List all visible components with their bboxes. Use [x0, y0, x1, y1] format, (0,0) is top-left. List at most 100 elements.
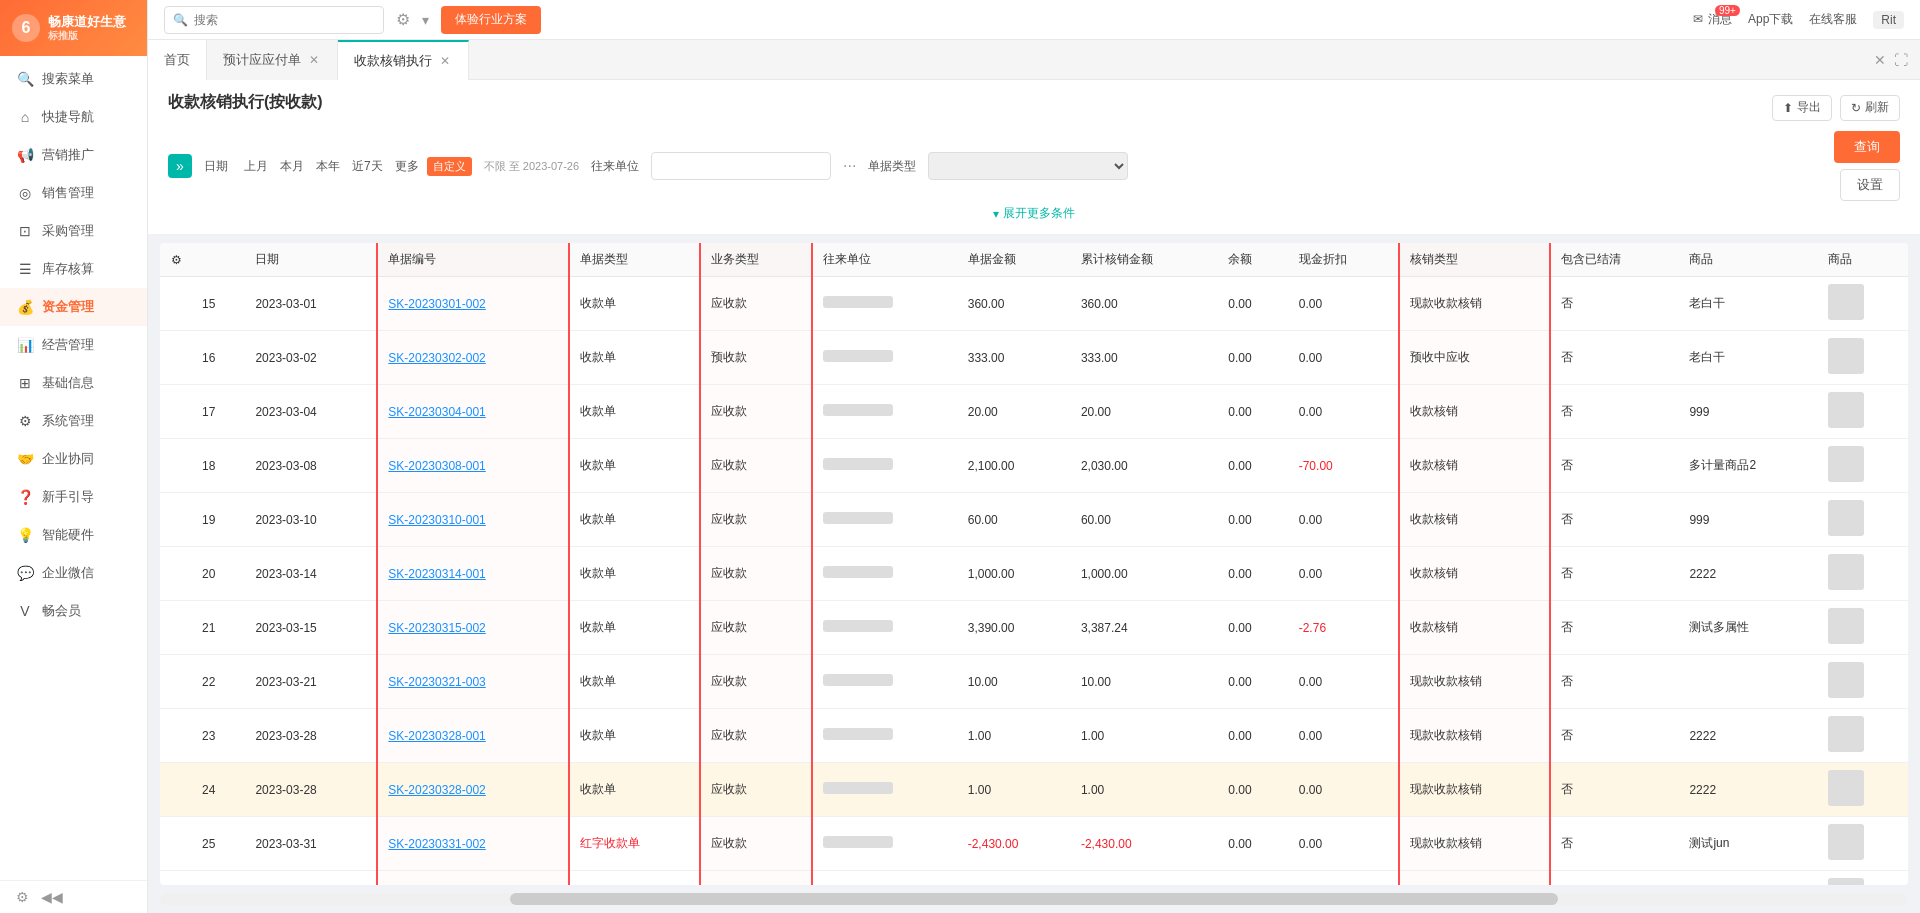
refresh-icon: ↻ [1851, 101, 1861, 115]
voucher-link[interactable]: SK-20230331-002 [388, 837, 485, 851]
topbar-search-box[interactable]: 🔍 [164, 6, 384, 34]
refresh-button[interactable]: ↻ 刷新 [1840, 95, 1900, 121]
collapse-icon[interactable]: ◀◀ [41, 889, 63, 905]
row-voucher-no[interactable]: SK-20230321-003 [377, 655, 568, 709]
tab-close-receipt[interactable]: ✕ [438, 52, 452, 70]
voucher-link[interactable]: SK-20230328-002 [388, 783, 485, 797]
row-voucher-no[interactable]: SK-20230403-002 [377, 871, 568, 886]
expand-conditions-btn[interactable]: ▾ 展开更多条件 [168, 201, 1900, 226]
voucher-link[interactable]: SK-20230301-002 [388, 297, 485, 311]
row-selector[interactable] [160, 871, 192, 886]
date-7days-btn[interactable]: 近7天 [348, 156, 387, 177]
col-settings-icon[interactable]: ⚙ [171, 253, 182, 267]
app-download-link[interactable]: App下载 [1748, 11, 1793, 28]
export-button[interactable]: ⬆ 导出 [1772, 95, 1832, 121]
horizontal-scrollbar[interactable] [160, 893, 1908, 905]
row-voucher-no[interactable]: SK-20230310-001 [377, 493, 568, 547]
row-voucher-no[interactable]: SK-20230304-001 [377, 385, 568, 439]
sidebar-item-sales[interactable]: ◎销售管理 [0, 174, 147, 212]
sidebar-item-base[interactable]: ⊞基础信息 [0, 364, 147, 402]
tab-receipt[interactable]: 收款核销执行✕ [338, 40, 469, 80]
sidebar-item-hardware[interactable]: 💡智能硬件 [0, 516, 147, 554]
row-voucher-no[interactable]: SK-20230308-001 [377, 439, 568, 493]
row-voucher-no[interactable]: SK-20230328-002 [377, 763, 568, 817]
sidebar-item-marketing[interactable]: 📢营销推广 [0, 136, 147, 174]
sidebar-item-quick[interactable]: ⌂快捷导航 [0, 98, 147, 136]
row-selector[interactable] [160, 385, 192, 439]
row-partner [812, 817, 958, 871]
table-row: 19 2023-03-10 SK-20230310-001 收款单 应收款 60… [160, 493, 1908, 547]
solution-button[interactable]: 体验行业方案 [441, 6, 541, 34]
sidebar-item-coop[interactable]: 🤝企业协同 [0, 440, 147, 478]
sidebar-item-member[interactable]: V畅会员 [0, 592, 147, 630]
row-balance: 0.00 [1218, 763, 1288, 817]
sidebar-item-finance[interactable]: 💰资金管理 [0, 288, 147, 326]
row-selector[interactable] [160, 277, 192, 331]
voucher-link[interactable]: SK-20230304-001 [388, 405, 485, 419]
settings-button[interactable]: 设置 [1840, 169, 1900, 201]
row-cash-discount: -2.76 [1289, 601, 1399, 655]
row-cumulative: 3,387.24 [1071, 601, 1218, 655]
query-button[interactable]: 查询 [1834, 131, 1900, 163]
topbar-gear-icon[interactable]: ⚙ [396, 10, 410, 29]
voucher-link[interactable]: SK-20230315-002 [388, 621, 485, 635]
row-selector[interactable] [160, 655, 192, 709]
row-selector[interactable] [160, 601, 192, 655]
row-voucher-no[interactable]: SK-20230328-001 [377, 709, 568, 763]
dots-icon[interactable]: ··· [843, 157, 856, 175]
tab-close-all-icon[interactable]: ✕ [1874, 52, 1886, 68]
online-service-link[interactable]: 在线客服 [1809, 11, 1857, 28]
sidebar-item-inventory[interactable]: ☰库存核算 [0, 250, 147, 288]
row-selector[interactable] [160, 331, 192, 385]
sidebar-item-purchase[interactable]: ⊡采购管理 [0, 212, 147, 250]
date-this-month-btn[interactable]: 本月 [276, 156, 308, 177]
partner-input[interactable] [651, 152, 831, 180]
sidebar-item-wechat[interactable]: 💬企业微信 [0, 554, 147, 592]
message-icon: ✉ [1693, 12, 1703, 26]
col-settings-header[interactable]: ⚙ [160, 243, 192, 277]
tab-expand-icon[interactable]: ⛶ [1894, 52, 1908, 68]
sidebar-icon-coop: 🤝 [16, 450, 34, 468]
sidebar-item-search[interactable]: 🔍搜索菜单 [0, 60, 147, 98]
voucher-link[interactable]: SK-20230321-003 [388, 675, 485, 689]
row-selector[interactable] [160, 547, 192, 601]
row-voucher-no[interactable]: SK-20230314-001 [377, 547, 568, 601]
tab-prepay[interactable]: 预计应应付单✕ [207, 40, 338, 80]
row-cancel-type: 预收款核销 [1399, 871, 1550, 886]
topbar-dropdown-icon[interactable]: ▾ [422, 12, 429, 28]
tab-close-prepay[interactable]: ✕ [307, 51, 321, 69]
table-row: 17 2023-03-04 SK-20230304-001 收款单 应收款 20… [160, 385, 1908, 439]
row-selector[interactable] [160, 709, 192, 763]
voucher-link[interactable]: SK-20230302-002 [388, 351, 485, 365]
row-selector[interactable] [160, 763, 192, 817]
user-name[interactable]: Rit [1873, 11, 1904, 29]
voucher-link[interactable]: SK-20230310-001 [388, 513, 485, 527]
row-selector[interactable] [160, 439, 192, 493]
sidebar-item-guide[interactable]: ❓新手引导 [0, 478, 147, 516]
row-goods2 [1818, 385, 1908, 439]
sidebar-item-system[interactable]: ⚙系统管理 [0, 402, 147, 440]
message-icon-wrapper[interactable]: ✉ 99+ 消息 [1693, 11, 1732, 28]
date-custom-btn[interactable]: 自定义 [427, 157, 472, 176]
tab-home[interactable]: 首页 [148, 40, 207, 80]
row-voucher-no[interactable]: SK-20230331-002 [377, 817, 568, 871]
voucher-link[interactable]: SK-20230308-001 [388, 459, 485, 473]
voucher-link[interactable]: SK-20230314-001 [388, 567, 485, 581]
row-selector[interactable] [160, 493, 192, 547]
sidebar-item-operation[interactable]: 📊经营管理 [0, 326, 147, 364]
filter-toggle-button[interactable]: » [168, 154, 192, 178]
date-more-btn[interactable]: 更多 [391, 156, 423, 177]
row-selector[interactable] [160, 817, 192, 871]
row-balance: 0.00 [1218, 547, 1288, 601]
scrollbar-thumb[interactable] [510, 893, 1559, 905]
date-last-month-btn[interactable]: 上月 [240, 156, 272, 177]
row-voucher-no[interactable]: SK-20230315-002 [377, 601, 568, 655]
voucher-link[interactable]: SK-20230328-001 [388, 729, 485, 743]
row-voucher-no[interactable]: SK-20230302-002 [377, 331, 568, 385]
row-biz-type: 应收款 [700, 763, 812, 817]
date-this-year-btn[interactable]: 本年 [312, 156, 344, 177]
settings-footer-icon[interactable]: ⚙ [16, 889, 29, 905]
voucher-type-select[interactable] [928, 152, 1128, 180]
row-voucher-no[interactable]: SK-20230301-002 [377, 277, 568, 331]
search-input[interactable] [194, 13, 334, 27]
